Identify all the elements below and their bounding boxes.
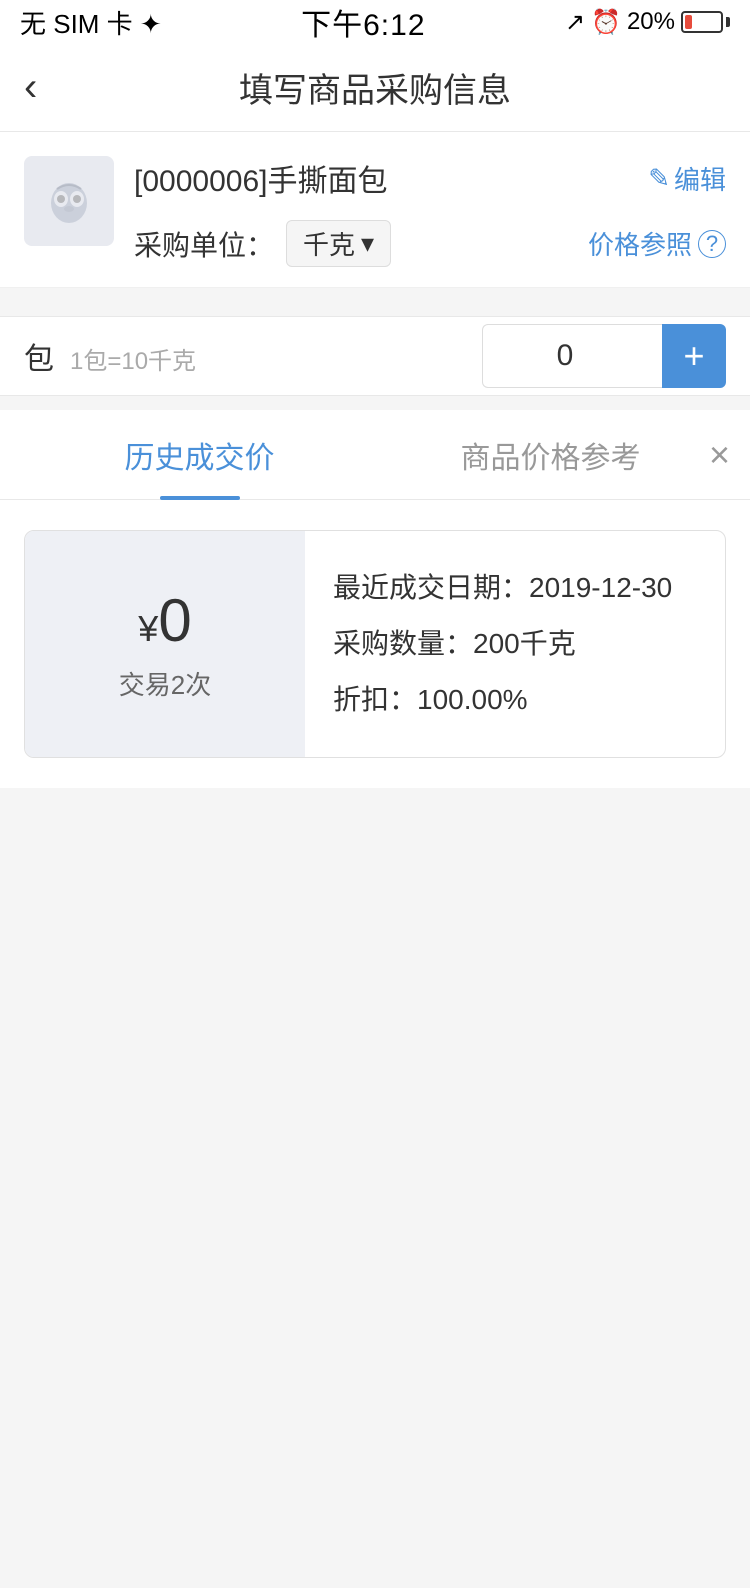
- history-content: ¥0 交易2次 最近成交日期：2019-12-30 采购数量：200千克 折扣：…: [0, 500, 750, 788]
- price-ref-button[interactable]: 价格参照 ?: [588, 225, 726, 262]
- price-display: ¥0: [138, 586, 191, 655]
- tab-close-button[interactable]: ×: [709, 434, 730, 476]
- status-time: 下午6:12: [301, 0, 425, 44]
- latest-date-row: 最近成交日期：2019-12-30: [333, 567, 697, 609]
- discount-label: 折扣：: [333, 684, 417, 715]
- discount-row: 折扣：100.00%: [333, 679, 697, 721]
- price-card-left: ¥0 交易2次: [25, 531, 305, 757]
- status-bar: 无 SIM 卡 ✦ 下午6:12 ↗ ⏰ 20%: [0, 0, 750, 44]
- quantity-unit: 包: [24, 334, 54, 378]
- edit-label: 编辑: [674, 160, 726, 197]
- quantity-plus-button[interactable]: +: [662, 324, 726, 388]
- product-name: [0000006]手撕面包: [134, 156, 387, 200]
- signal-text: 无 SIM 卡 ✦: [20, 4, 162, 41]
- quantity-input[interactable]: [482, 324, 662, 388]
- tab-history-price[interactable]: 历史成交价: [24, 410, 375, 500]
- divider-1: [0, 288, 750, 302]
- quantity-hint: 1包=10千克: [70, 341, 196, 376]
- main-background: [0, 788, 750, 1588]
- battery-icon: [681, 11, 730, 33]
- edit-button[interactable]: ✎ 编辑: [648, 160, 726, 197]
- plus-icon: +: [683, 335, 704, 377]
- help-icon: ?: [698, 230, 726, 258]
- discount-value: 100.00%: [417, 684, 528, 715]
- page-title: 填写商品采购信息: [239, 63, 511, 112]
- edit-icon: ✎: [648, 163, 670, 194]
- trades-count: 交易2次: [119, 665, 211, 702]
- back-button[interactable]: ‹: [24, 65, 37, 110]
- price-ref-label: 价格参照: [588, 225, 692, 262]
- chevron-down-icon: ▾: [361, 228, 374, 259]
- price-value: 0: [158, 587, 191, 654]
- quantity-value: 200千克: [473, 628, 576, 659]
- battery-percent: 20%: [627, 8, 675, 36]
- unit-select[interactable]: 千克 ▾: [286, 220, 391, 267]
- tab-indicator: [160, 496, 240, 500]
- status-left: 无 SIM 卡 ✦: [20, 4, 162, 41]
- latest-date-value: 2019-12-30: [529, 572, 672, 603]
- quantity-input-area: +: [482, 324, 726, 388]
- quantity-label: 采购数量：: [333, 628, 473, 659]
- quantity-label-area: 包 1包=10千克: [24, 334, 196, 378]
- product-thumbnail: [24, 156, 114, 246]
- quantity-section: 包 1包=10千克 +: [0, 316, 750, 396]
- alarm-icon: ⏰: [591, 8, 621, 37]
- tab-product-price-ref[interactable]: 商品价格参考: [375, 410, 726, 500]
- product-section: [0000006]手撕面包 ✎ 编辑 采购单位： 千克 ▾ 价格参照 ?: [0, 132, 750, 288]
- latest-date-label: 最近成交日期：: [333, 572, 529, 603]
- tabs-container: 历史成交价 商品价格参考 ×: [0, 410, 750, 500]
- price-card: ¥0 交易2次 最近成交日期：2019-12-30 采购数量：200千克 折扣：…: [24, 530, 726, 758]
- unit-label: 采购单位：: [134, 224, 274, 264]
- price-card-right: 最近成交日期：2019-12-30 采购数量：200千克 折扣：100.00%: [305, 531, 725, 757]
- currency-symbol: ¥: [138, 608, 158, 649]
- quantity-row: 采购数量：200千克: [333, 623, 697, 665]
- product-info: [0000006]手撕面包 ✎ 编辑 采购单位： 千克 ▾ 价格参照 ?: [134, 156, 726, 267]
- tab-history-label: 历史成交价: [125, 433, 275, 477]
- status-right: ↗ ⏰ 20%: [565, 8, 730, 37]
- tab-product-label: 商品价格参考: [461, 433, 641, 477]
- location-icon: ↗: [565, 8, 585, 37]
- nav-bar: ‹ 填写商品采购信息: [0, 44, 750, 132]
- unit-value: 千克: [303, 225, 355, 262]
